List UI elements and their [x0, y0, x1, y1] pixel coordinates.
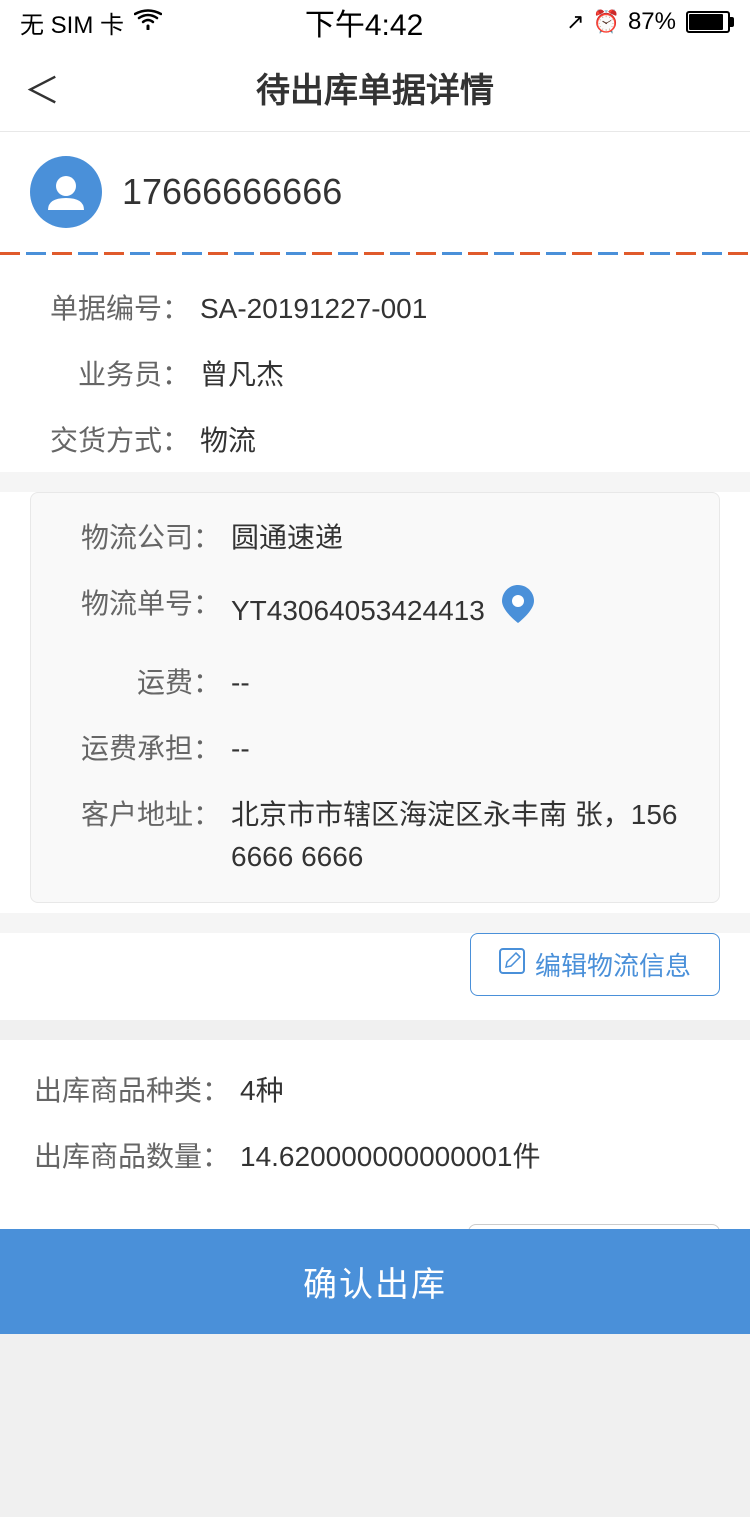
- logistics-company-label: 物流公司：: [61, 517, 221, 559]
- freight-bear-row: 运费承担： --: [61, 728, 689, 770]
- carrier-text: 无 SIM 卡: [20, 5, 124, 40]
- status-right: ↗ ⏰ 87%: [566, 8, 730, 36]
- goods-type-row: 出库商品种类： 4种: [30, 1070, 720, 1112]
- address-label: 客户地址：: [61, 794, 221, 836]
- edit-logistics-label: 编辑物流信息: [535, 946, 691, 983]
- logistics-company-row: 物流公司： 圆通速递: [61, 517, 689, 559]
- salesman-row: 业务员： 曾凡杰: [30, 354, 720, 396]
- edit-icon: [499, 948, 525, 981]
- back-button[interactable]: ＜: [24, 62, 60, 114]
- location-status-icon: ↗: [566, 9, 584, 35]
- goods-type-label: 出库商品种类：: [30, 1070, 230, 1112]
- goods-quantity-value: 14.620000000000001件: [240, 1136, 720, 1178]
- alarm-icon: ⏰: [593, 9, 620, 35]
- dashed-separator: [0, 252, 750, 258]
- nav-bar: ＜ 待出库单据详情: [0, 44, 750, 132]
- order-no-value: SA-20191227-001: [200, 288, 720, 330]
- tracking-value: YT43064053424413: [231, 583, 689, 638]
- battery-text: 87%: [628, 8, 676, 36]
- goods-info-section: 出库商品种类： 4种 出库商品数量： 14.620000000000001件: [0, 1040, 750, 1208]
- logistics-company-value: 圆通速递: [231, 517, 689, 559]
- order-no-label: 单据编号：: [30, 288, 190, 330]
- logistics-section: 物流公司： 圆通速递 物流单号： YT43064053424413 运费： --…: [30, 492, 720, 903]
- confirm-outbound-button[interactable]: 确认出库: [303, 1257, 447, 1306]
- tracking-row: 物流单号： YT43064053424413: [61, 583, 689, 638]
- wifi-icon: [134, 8, 162, 37]
- avatar: [30, 156, 102, 228]
- status-bar: 无 SIM 卡 下午4:42 ↗ ⏰ 87%: [0, 0, 750, 44]
- confirm-section: 确认出库: [0, 1229, 750, 1334]
- salesman-value: 曾凡杰: [200, 354, 720, 396]
- delivery-label: 交货方式：: [30, 420, 190, 462]
- freight-bear-value: --: [231, 728, 689, 770]
- address-row: 客户地址： 北京市市辖区海淀区永丰南 张，156 6666 6666: [61, 794, 689, 878]
- battery-icon: [686, 11, 730, 33]
- address-value: 北京市市辖区海淀区永丰南 张，156 6666 6666: [231, 794, 689, 878]
- goods-quantity-row: 出库商品数量： 14.620000000000001件: [30, 1136, 720, 1178]
- user-section: 17666666666: [0, 132, 750, 252]
- edit-button-row: 编辑物流信息: [0, 933, 750, 1020]
- empty-space: [0, 1317, 750, 1517]
- salesman-label: 业务员：: [30, 354, 190, 396]
- status-left: 无 SIM 卡: [20, 5, 162, 40]
- edit-logistics-button[interactable]: 编辑物流信息: [470, 933, 720, 996]
- delivery-value: 物流: [200, 420, 720, 462]
- order-info-section: 单据编号： SA-20191227-001 业务员： 曾凡杰 交货方式： 物流: [0, 258, 750, 472]
- goods-quantity-label: 出库商品数量：: [30, 1136, 230, 1178]
- freight-bear-label: 运费承担：: [61, 728, 221, 770]
- tracking-label: 物流单号：: [61, 583, 221, 625]
- user-phone: 17666666666: [122, 171, 342, 213]
- freight-row: 运费： --: [61, 662, 689, 704]
- freight-value: --: [231, 662, 689, 704]
- map-pin-icon[interactable]: [501, 583, 535, 638]
- section-divider: [0, 1020, 750, 1040]
- page-title: 待出库单据详情: [256, 63, 494, 112]
- delivery-row: 交货方式： 物流: [30, 420, 720, 462]
- goods-type-value: 4种: [240, 1070, 720, 1112]
- order-no-row: 单据编号： SA-20191227-001: [30, 288, 720, 330]
- status-time: 下午4:42: [305, 0, 423, 44]
- freight-label: 运费：: [61, 662, 221, 704]
